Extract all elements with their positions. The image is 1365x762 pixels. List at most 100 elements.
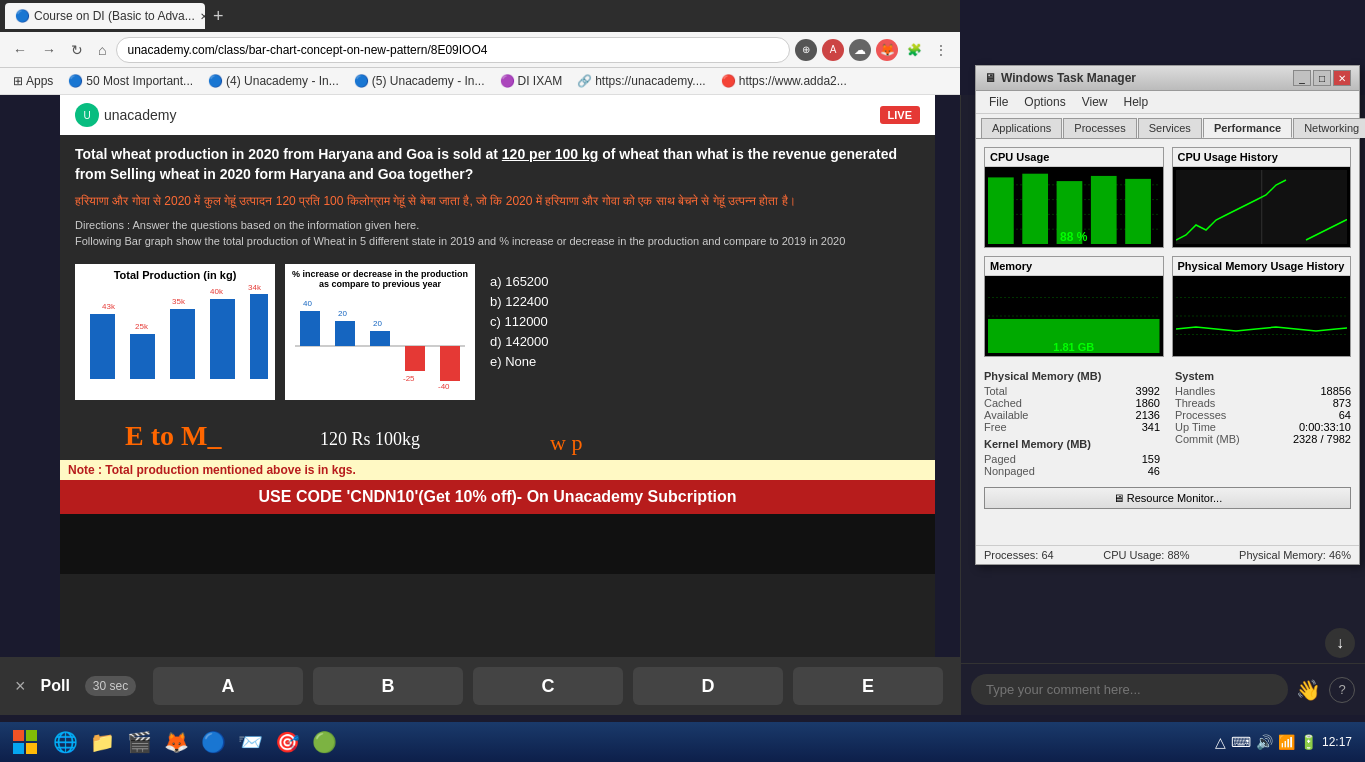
status-cpu: CPU Usage: 88% bbox=[1103, 549, 1189, 561]
question-text-1: Total wheat production in 2020 from Hary… bbox=[75, 146, 502, 162]
tray-network-icon[interactable]: 📶 bbox=[1278, 734, 1295, 750]
poll-option-a[interactable]: A bbox=[153, 667, 303, 705]
tm-close-button[interactable]: ✕ bbox=[1333, 70, 1351, 86]
start-button[interactable] bbox=[5, 723, 45, 761]
question-area: Total wheat production in 2020 from Hary… bbox=[60, 135, 935, 259]
tray-battery-icon[interactable]: 🔋 bbox=[1300, 734, 1317, 750]
poll-label: Poll bbox=[41, 677, 70, 695]
system-clock: 12:17 bbox=[1322, 735, 1352, 749]
svg-rect-16 bbox=[300, 311, 320, 346]
scroll-down-button[interactable]: ↓ bbox=[1325, 628, 1355, 658]
bookmark-3[interactable]: 🔵 (5) Unacademy - In... bbox=[349, 72, 490, 90]
tab-applications[interactable]: Applications bbox=[981, 118, 1062, 138]
tm-menu-help[interactable]: Help bbox=[1116, 93, 1157, 111]
tab-favicon: 🔵 bbox=[15, 9, 29, 23]
pm-row-total: Total 3992 bbox=[984, 385, 1160, 397]
taskbar-ie-icon[interactable]: 🌐 bbox=[48, 725, 82, 759]
sys-row-threads: Threads 873 bbox=[1175, 397, 1351, 409]
poll-close-button[interactable]: × bbox=[15, 676, 26, 697]
percent-change-chart: % increase or decrease in the production… bbox=[285, 264, 475, 400]
apps-label: Apps bbox=[26, 74, 53, 88]
handwriting-svg: E to M_ 120 Rs 100kg w p bbox=[120, 410, 720, 455]
bookmark-2[interactable]: 🔵 (4) Unacademy - In... bbox=[203, 72, 344, 90]
tab-performance[interactable]: Performance bbox=[1203, 118, 1292, 138]
note-text: Note : Total production mentioned above … bbox=[60, 460, 935, 480]
resource-monitor-button[interactable]: 🖥 Resource Monitor... bbox=[984, 487, 1351, 509]
cpu-usage-title: CPU Usage bbox=[985, 148, 1163, 167]
sys-label-threads: Threads bbox=[1175, 397, 1215, 409]
bookmark-apps[interactable]: ⊞ Apps bbox=[8, 72, 58, 90]
svg-rect-45 bbox=[1261, 170, 1347, 244]
bookmark-5[interactable]: 🔗 https://unacademy.... bbox=[572, 72, 711, 90]
chat-help-button[interactable]: ? bbox=[1329, 677, 1355, 703]
address-bar[interactable] bbox=[116, 37, 790, 63]
tm-title-text: Windows Task Manager bbox=[1001, 71, 1136, 85]
browser-chrome: 🔵 Course on DI (Basic to Adva... ✕ + ← →… bbox=[0, 0, 960, 95]
tray-keyboard-icon[interactable]: ⌨ bbox=[1231, 734, 1251, 750]
cpu-usage-value: 88 % bbox=[1060, 230, 1087, 244]
svg-rect-4 bbox=[250, 294, 268, 379]
km-value-nonpaged: 46 bbox=[1148, 465, 1160, 477]
back-button[interactable]: ← bbox=[8, 39, 32, 61]
home-button[interactable]: ⌂ bbox=[93, 39, 111, 61]
handwriting-area: E to M_ 120 Rs 100kg w p bbox=[60, 410, 935, 460]
extensions-icon[interactable]: ⊕ bbox=[795, 39, 817, 61]
taskbar-mail-icon[interactable]: 📨 bbox=[233, 725, 267, 759]
option-a: a) 165200 bbox=[490, 274, 915, 289]
tm-menu-file[interactable]: File bbox=[981, 93, 1016, 111]
memory-history-panel: Physical Memory Usage History bbox=[1172, 256, 1352, 357]
taskbar-chrome-icon[interactable]: 🔵 bbox=[196, 725, 230, 759]
taskbar-green-icon[interactable]: 🟢 bbox=[307, 725, 341, 759]
taskbar-media-icon[interactable]: 🎬 bbox=[122, 725, 156, 759]
pm-row-available: Available 2136 bbox=[984, 409, 1160, 421]
svg-text:25k: 25k bbox=[135, 322, 149, 331]
chat-input[interactable] bbox=[971, 674, 1288, 705]
active-tab[interactable]: 🔵 Course on DI (Basic to Adva... ✕ bbox=[5, 3, 205, 29]
poll-option-c[interactable]: C bbox=[473, 667, 623, 705]
menu-icon[interactable]: ⋮ bbox=[930, 39, 952, 61]
poll-option-e[interactable]: E bbox=[793, 667, 943, 705]
tm-maximize-button[interactable]: □ bbox=[1313, 70, 1331, 86]
bookmark-1[interactable]: 🔵 50 Most Important... bbox=[63, 72, 198, 90]
tray-volume-icon[interactable]: 🔊 bbox=[1256, 734, 1273, 750]
bookmarks-bar: ⊞ Apps 🔵 50 Most Important... 🔵 (4) Unac… bbox=[0, 68, 960, 95]
taskbar-firefox-icon[interactable]: 🦊 bbox=[159, 725, 193, 759]
memory-history-title: Physical Memory Usage History bbox=[1173, 257, 1351, 276]
bm4-label: DI IXAM bbox=[518, 74, 563, 88]
tray-up-arrow[interactable]: △ bbox=[1215, 734, 1226, 750]
poll-bar: × Poll 30 sec A B C D E bbox=[0, 657, 960, 715]
clock-time: 12:17 bbox=[1322, 735, 1352, 749]
sys-row-processes: Processes 64 bbox=[1175, 409, 1351, 421]
tm-minimize-button[interactable]: _ bbox=[1293, 70, 1311, 86]
extensions2-icon[interactable]: 🧩 bbox=[903, 39, 925, 61]
sys-value-processes: 64 bbox=[1339, 409, 1351, 421]
tab-processes[interactable]: Processes bbox=[1063, 118, 1136, 138]
bm1-icon: 🔵 bbox=[68, 74, 83, 88]
forward-button[interactable]: → bbox=[37, 39, 61, 61]
profile-icon[interactable]: A bbox=[822, 39, 844, 61]
poll-option-d[interactable]: D bbox=[633, 667, 783, 705]
poll-option-b[interactable]: B bbox=[313, 667, 463, 705]
taskbar-target-icon[interactable]: 🎯 bbox=[270, 725, 304, 759]
svg-rect-20 bbox=[440, 346, 460, 381]
chat-emoji-button[interactable]: 👋 bbox=[1296, 678, 1321, 702]
tm-menu-view[interactable]: View bbox=[1074, 93, 1116, 111]
bookmark-4[interactable]: 🟣 DI IXAM bbox=[495, 72, 568, 90]
tab-services[interactable]: Services bbox=[1138, 118, 1202, 138]
memory-title: Memory bbox=[985, 257, 1163, 276]
sync-icon[interactable]: ☁ bbox=[849, 39, 871, 61]
firefox-icon[interactable]: 🦊 bbox=[876, 39, 898, 61]
tab-networking[interactable]: Networking bbox=[1293, 118, 1365, 138]
sys-label-commit: Commit (MB) bbox=[1175, 433, 1240, 445]
pm-label-cached: Cached bbox=[984, 397, 1022, 409]
bookmark-6[interactable]: 🔴 https://www.adda2... bbox=[716, 72, 852, 90]
tm-title-icon: 🖥 bbox=[984, 71, 996, 85]
live-class-wrapper: U unacademy LIVE Total wheat production … bbox=[60, 95, 935, 660]
svg-text:20: 20 bbox=[373, 319, 382, 328]
taskbar-explorer-icon[interactable]: 📁 bbox=[85, 725, 119, 759]
new-tab-button[interactable]: + bbox=[205, 6, 232, 27]
refresh-button[interactable]: ↻ bbox=[66, 39, 88, 61]
tm-performance-content: CPU Usage 88 % bbox=[976, 139, 1359, 365]
tm-menu-options[interactable]: Options bbox=[1016, 93, 1073, 111]
svg-text:20: 20 bbox=[338, 309, 347, 318]
